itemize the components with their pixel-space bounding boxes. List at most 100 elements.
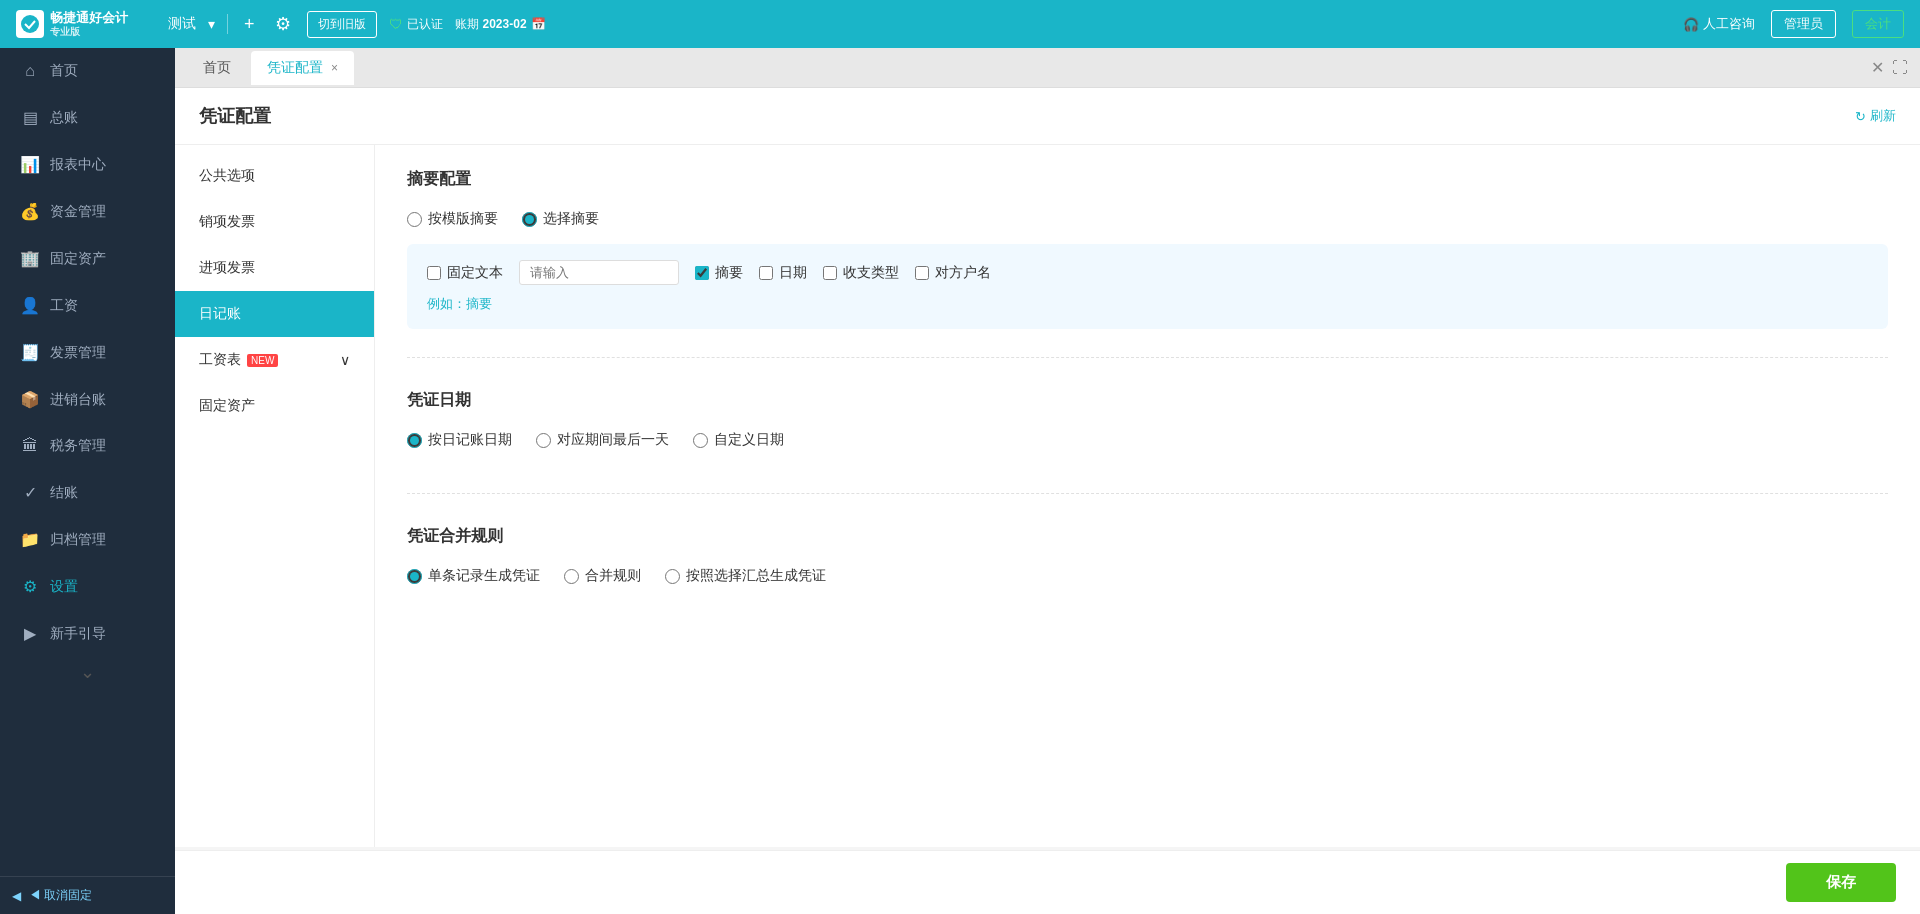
date-radio-period-last[interactable]: 对应期间最后一天 [536,431,669,449]
example-text: 例如：摘要 [427,295,1868,313]
fixed-text-input[interactable] [519,260,679,285]
sidebar-label-report: 报表中心 [50,156,106,174]
close-tab-icon[interactable]: ✕ [1871,58,1884,77]
checkbox-summary-label: 摘要 [715,264,743,282]
summary-radio-template[interactable]: 按模版摘要 [407,210,498,228]
consult-button[interactable]: 🎧 人工咨询 [1683,15,1755,33]
summary-checkboxes-row: 固定文本 摘要 日期 [427,260,1868,285]
summary-radio-template-label: 按模版摘要 [428,210,498,228]
sidebar-label-stock: 进销台账 [50,391,106,409]
merge-section-title: 凭证合并规则 [407,526,1888,547]
merge-radio-rules[interactable]: 合并规则 [564,567,641,585]
sidebar-item-capital[interactable]: 💰 资金管理 [0,188,175,235]
checkbox-fixed-text[interactable]: 固定文本 [427,264,503,282]
date-radio-custom-label: 自定义日期 [714,431,784,449]
report-icon: 📊 [20,155,40,174]
sidebar-label-asset: 固定资产 [50,250,106,268]
sidebar-item-asset[interactable]: 🏢 固定资产 [0,235,175,282]
close-period-icon: ✓ [20,483,40,502]
sidebar-item-archive[interactable]: 📁 归档管理 [0,516,175,563]
merge-radio-group: 单条记录生成凭证 合并规则 按照选择汇总生成凭证 [407,567,1888,585]
new-badge: NEW [247,354,278,367]
summary-radio-select[interactable]: 选择摘要 [522,210,599,228]
sidebar-item-home[interactable]: ⌂ 首页 [0,48,175,94]
config-nav-sales-invoice[interactable]: 销项发票 [175,199,374,245]
checkbox-counterpart-label: 对方户名 [935,264,991,282]
sidebar-item-settings[interactable]: ⚙ 设置 [0,563,175,610]
pin-icon: ◀ [12,889,21,903]
chevron-down-icon[interactable]: ▾ [208,16,215,32]
config-layout: 公共选项 销项发票 进项发票 日记账 工资表 NEW [175,145,1920,847]
certified-status: 🛡 已认证 [389,16,443,33]
merge-radio-summary[interactable]: 按照选择汇总生成凭证 [665,567,826,585]
date-section: 凭证日期 按日记账日期 对应期间最后一天 [407,390,1888,494]
archive-icon: 📁 [20,530,40,549]
checkbox-income-type[interactable]: 收支类型 [823,264,899,282]
config-nav-fixed-assets[interactable]: 固定资产 [175,383,374,429]
summary-radio-select-label: 选择摘要 [543,210,599,228]
content-area: 首页 凭证配置 × ✕ ⛶ 凭证配置 ↻ 刷新 [175,48,1920,914]
switch-version-button[interactable]: 切到旧版 [307,11,377,38]
settings-button[interactable]: ⚙ [271,9,295,39]
merge-radio-single[interactable]: 单条记录生成凭证 [407,567,540,585]
sidebar-item-guide[interactable]: ▶ 新手引导 [0,610,175,657]
cancel-pin-button[interactable]: ◀ ◀ 取消固定 [0,876,175,914]
sidebar-item-invoice[interactable]: 🧾 发票管理 [0,329,175,376]
refresh-button[interactable]: ↻ 刷新 [1855,107,1896,125]
page-header: 凭证配置 ↻ 刷新 [175,88,1920,145]
config-nav-purchase-invoice[interactable]: 进项发票 [175,245,374,291]
checkbox-date[interactable]: 日期 [759,264,807,282]
sidebar-scroll-down[interactable]: ⌄ [0,657,175,687]
sidebar-label-home: 首页 [50,62,78,80]
tab-close-button[interactable]: × [331,61,338,75]
date-radio-group: 按日记账日期 对应期间最后一天 自定义日期 [407,431,1888,449]
tab-active-voucher-config[interactable]: 凭证配置 × [251,51,354,85]
config-nav-public[interactable]: 公共选项 [175,153,374,199]
app-edition: 专业版 [50,26,128,38]
sidebar-label-ledger: 总账 [50,109,78,127]
save-button[interactable]: 保存 [1786,863,1896,902]
app-name: 畅捷通好会计 [50,10,128,26]
sidebar-item-report[interactable]: 📊 报表中心 [0,141,175,188]
summary-section-title: 摘要配置 [407,169,1888,190]
sidebar-label-capital: 资金管理 [50,203,106,221]
tab-home[interactable]: 首页 [187,51,247,85]
topbar-right: 🎧 人工咨询 管理员 会计 [1683,10,1904,38]
summary-options-box: 固定文本 摘要 日期 [407,244,1888,329]
page-title: 凭证配置 [199,104,271,128]
fullscreen-icon[interactable]: ⛶ [1892,59,1908,77]
sidebar-item-ledger[interactable]: ▤ 总账 [0,94,175,141]
main-layout: ⌂ 首页 ▤ 总账 📊 报表中心 💰 资金管理 🏢 固定资产 👤 工资 🧾 发票… [0,48,1920,914]
role-button[interactable]: 会计 [1852,10,1904,38]
date-radio-diary[interactable]: 按日记账日期 [407,431,512,449]
tax-icon: 🏛 [20,437,40,455]
svg-point-0 [21,15,39,33]
date-radio-period-last-label: 对应期间最后一天 [557,431,669,449]
checkbox-income-type-label: 收支类型 [843,264,899,282]
sidebar-label-payroll: 工资 [50,297,78,315]
config-nav-payroll-table[interactable]: 工资表 NEW ∨ [175,337,374,383]
date-section-title: 凭证日期 [407,390,1888,411]
config-nav-diary[interactable]: 日记账 [175,291,374,337]
sidebar-label-guide: 新手引导 [50,625,106,643]
add-button[interactable]: + [240,10,259,39]
checkbox-counterpart[interactable]: 对方户名 [915,264,991,282]
checkbox-fixed-text-label: 固定文本 [447,264,503,282]
sidebar-item-payroll[interactable]: 👤 工资 [0,282,175,329]
sidebar-item-tax[interactable]: 🏛 税务管理 [0,423,175,469]
stock-icon: 📦 [20,390,40,409]
date-radio-custom[interactable]: 自定义日期 [693,431,784,449]
merge-section: 凭证合并规则 单条记录生成凭证 合并规则 [407,526,1888,629]
bottom-bar: 保存 [175,850,1920,914]
shield-icon: 🛡 [389,16,403,32]
sidebar: ⌂ 首页 ▤ 总账 📊 报表中心 💰 资金管理 🏢 固定资产 👤 工资 🧾 发票… [0,48,175,914]
sidebar-item-stock[interactable]: 📦 进销台账 [0,376,175,423]
home-icon: ⌂ [20,62,40,80]
page-content: 凭证配置 ↻ 刷新 公共选项 销项发票 进项发票 [175,88,1920,850]
checkbox-summary[interactable]: 摘要 [695,264,743,282]
payroll-icon: 👤 [20,296,40,315]
merge-radio-rules-label: 合并规则 [585,567,641,585]
sidebar-item-close[interactable]: ✓ 结账 [0,469,175,516]
admin-button[interactable]: 管理员 [1771,10,1836,38]
calendar-icon[interactable]: 📅 [531,17,546,31]
